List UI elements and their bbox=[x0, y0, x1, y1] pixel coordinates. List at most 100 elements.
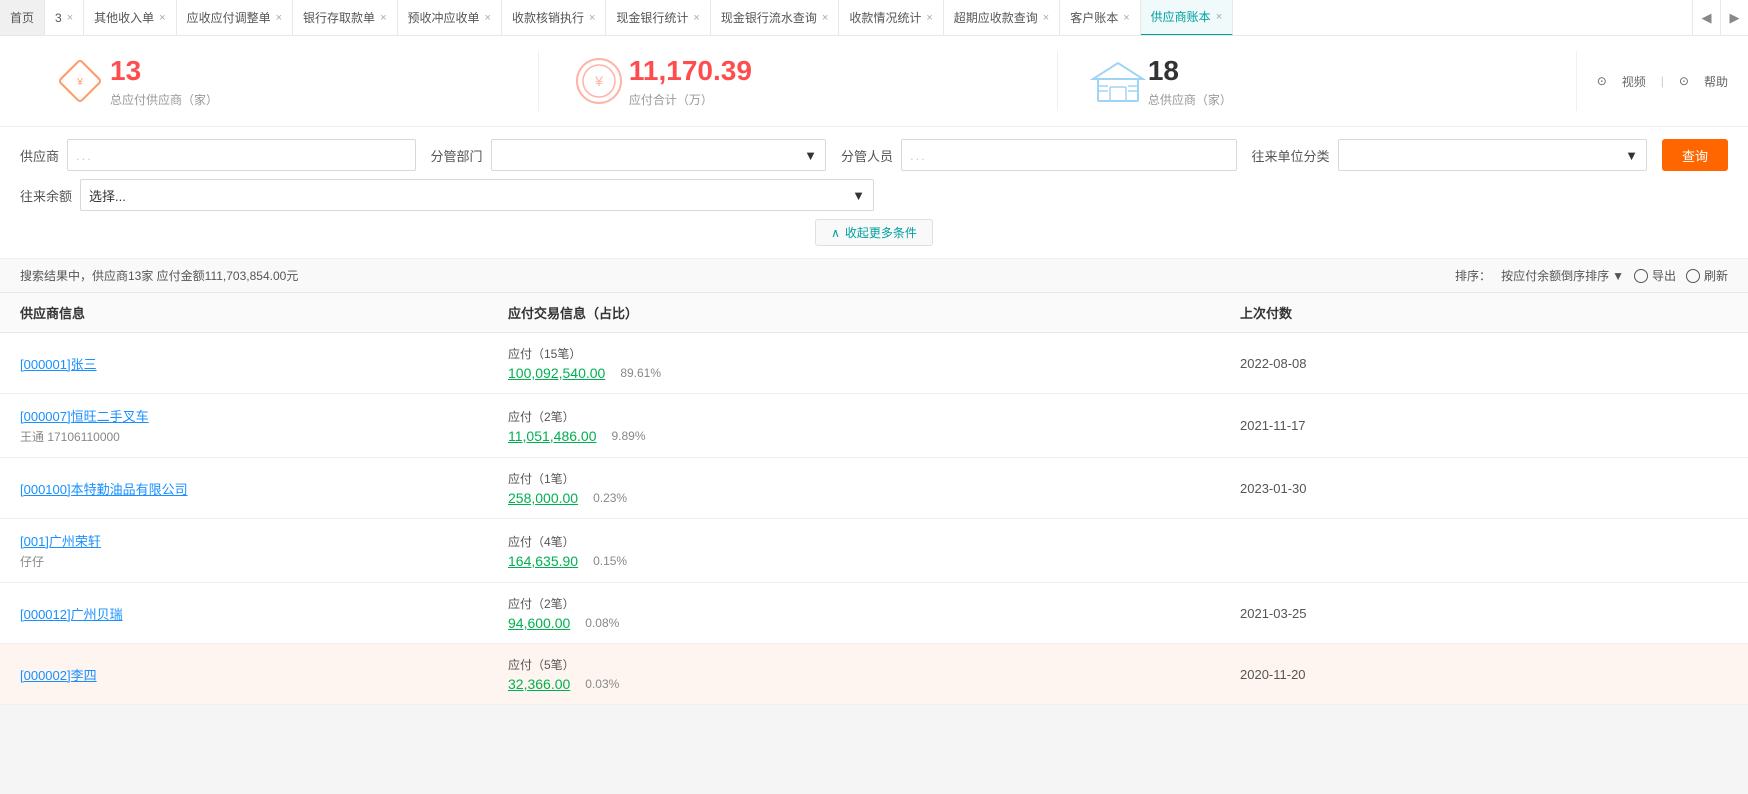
collapse-icon: ∧ bbox=[831, 226, 840, 240]
supplier-link-3[interactable]: [000100]本特勤油品有限公司 bbox=[20, 482, 188, 497]
supplier-col-3: [000100]本特勤油品有限公司 bbox=[20, 479, 508, 498]
supplier-link-6[interactable]: [000002]李四 bbox=[20, 668, 97, 683]
supplier-dots: ... bbox=[76, 148, 93, 163]
nav-tab-home[interactable]: 首页 bbox=[0, 0, 45, 36]
nav-tab-close-bank-deposit[interactable]: × bbox=[380, 12, 386, 24]
trans-amount-row-2: 11,051,486.00 9.89% bbox=[508, 428, 1240, 444]
nav-arrow-left[interactable]: ◀ bbox=[1692, 0, 1720, 36]
trans-amount-5[interactable]: 94,600.00 bbox=[508, 615, 570, 631]
summary-payable-total: ¥ 11,170.39 应付合计（万） bbox=[539, 51, 1058, 111]
nav-tab-close-payable-adjust[interactable]: × bbox=[276, 12, 282, 24]
trans-label-1: 应付（15笔） bbox=[508, 345, 1240, 362]
summary-content-3: 18 总供应商（家） bbox=[1148, 54, 1232, 109]
summary-total-suppliers: 18 总供应商（家） bbox=[1058, 51, 1577, 111]
filter-category: 往来单位分类 ▼ bbox=[1252, 139, 1648, 171]
export-button[interactable]: 导出 bbox=[1634, 267, 1676, 284]
balance-select[interactable]: 选择... ▼ bbox=[80, 179, 874, 211]
video-icon: ⊙ bbox=[1597, 74, 1607, 88]
department-select[interactable]: ▼ bbox=[491, 139, 826, 171]
nav-tab-supplier-account[interactable]: 供应商账本× bbox=[1141, 0, 1233, 36]
header-supplier: 供应商信息 bbox=[20, 303, 508, 322]
nav-tab-close-collect-verify[interactable]: × bbox=[589, 12, 595, 24]
table-row-5: [000012]广州贝瑞应付（2笔）94,600.000.08%2021-03-… bbox=[0, 583, 1748, 644]
sort-label: 排序： bbox=[1455, 267, 1491, 284]
trans-amount-6[interactable]: 32,366.00 bbox=[508, 676, 570, 692]
svg-text:¥: ¥ bbox=[76, 77, 83, 88]
nav-tab-close-supplier-account[interactable]: × bbox=[1216, 11, 1222, 23]
filter-row-2: 往来余额 选择... ▼ bbox=[20, 179, 1728, 211]
total-suppliers-label: 总供应商（家） bbox=[1148, 91, 1232, 108]
nav-tab-collect-verify[interactable]: 收款核销执行× bbox=[502, 0, 606, 36]
nav-tab-close-other-income[interactable]: × bbox=[159, 12, 165, 24]
table-row-2: [000007]恒旺二手叉车王通 17106110000应付（2笔） 11,051… bbox=[0, 394, 1748, 458]
nav-tab-close-cash-bank-flow[interactable]: × bbox=[822, 12, 828, 24]
payable-total-icon: ¥ bbox=[569, 51, 629, 111]
table-body: [000001]张三 应付（15笔） 100,092,540.0089.61% 202… bbox=[0, 333, 1748, 705]
supplier-sub-4: 仔仔 bbox=[20, 553, 508, 570]
supplier-col-6: [000002]李四 bbox=[20, 665, 508, 684]
supplier-col-1: [000001]张三 bbox=[20, 354, 508, 373]
nav-tab-payable-adjust[interactable]: 应收应付调整单× bbox=[177, 0, 293, 36]
nav-arrow-right[interactable]: ▶ bbox=[1720, 0, 1748, 36]
video-link[interactable]: 视频 bbox=[1622, 73, 1646, 90]
nav-tab-overdue-collect[interactable]: 超期应收款查询× bbox=[944, 0, 1060, 36]
person-input[interactable]: ... bbox=[901, 139, 1236, 171]
payable-total-label: 应付合计（万） bbox=[629, 91, 752, 108]
trans-percent-2: 9.89% bbox=[612, 429, 646, 443]
supplier-label: 供应商 bbox=[20, 146, 59, 165]
search-button[interactable]: 查询 bbox=[1662, 139, 1728, 171]
nav-tab-collect-stat[interactable]: 收款情况统计× bbox=[839, 0, 943, 36]
trans-amount-4[interactable]: 164,635.90 bbox=[508, 553, 578, 569]
summary-bar: ¥ 13 总应付供应商（家） ¥ 11,170.39 应付合计（万） bbox=[0, 36, 1748, 127]
help-link[interactable]: 帮助 bbox=[1704, 73, 1728, 90]
payable-suppliers-number: 13 bbox=[110, 54, 218, 88]
nav-tab-close-customer-account[interactable]: × bbox=[1123, 12, 1129, 24]
help-icon: ⊙ bbox=[1679, 74, 1689, 88]
refresh-icon bbox=[1686, 269, 1700, 283]
nav-tab-close-overdue-collect[interactable]: × bbox=[1043, 12, 1049, 24]
trans-label-2: 应付（2笔） bbox=[508, 408, 1240, 425]
lastpay-col-5: 2021-03-25 bbox=[1240, 606, 1728, 621]
refresh-button[interactable]: 刷新 bbox=[1686, 267, 1728, 284]
person-label: 分管人员 bbox=[841, 146, 893, 165]
supplier-col-2: [000007]恒旺二手叉车王通 17106110000 bbox=[20, 406, 508, 445]
sort-select[interactable]: 按应付余额倒序排序 ▼ bbox=[1501, 267, 1624, 284]
collapse-button[interactable]: ∧ 收起更多条件 bbox=[815, 219, 933, 246]
category-label: 往来单位分类 bbox=[1252, 146, 1330, 165]
lastpay-col-6: 2020-11-20 bbox=[1240, 667, 1728, 682]
summary-content-2: 11,170.39 应付合计（万） bbox=[629, 54, 752, 109]
category-arrow: ▼ bbox=[1625, 148, 1638, 163]
nav-tab-close-prepay-collect[interactable]: × bbox=[485, 12, 491, 24]
supplier-input[interactable]: ... bbox=[67, 139, 415, 171]
results-bar: 搜索结果中，供应商13家 应付金额111,703,854.00元 排序： 按应付… bbox=[0, 259, 1748, 293]
balance-value: 选择... bbox=[89, 186, 126, 205]
supplier-link-2[interactable]: [000007]恒旺二手叉车 bbox=[20, 409, 149, 424]
filter-department: 分管部门 ▼ bbox=[431, 139, 827, 171]
trans-amount-2[interactable]: 11,051,486.00 bbox=[508, 428, 597, 444]
supplier-col-5: [000012]广州贝瑞 bbox=[20, 604, 508, 623]
nav-tab-cash-bank-flow[interactable]: 现金银行流水查询× bbox=[711, 0, 839, 36]
top-navigation: 首页3×其他收入单×应收应付调整单×银行存取款单×预收冲应收单×收款核销执行×现… bbox=[0, 0, 1748, 36]
category-select[interactable]: ▼ bbox=[1338, 139, 1647, 171]
trans-amount-1[interactable]: 100,092,540.00 bbox=[508, 365, 605, 381]
results-summary: 搜索结果中，供应商13家 应付金额111,703,854.00元 bbox=[20, 267, 298, 284]
filter-balance: 往来余额 选择... ▼ bbox=[20, 179, 874, 211]
lastpay-col-2: 2021-11-17 bbox=[1240, 418, 1728, 433]
nav-tab-close-tab3[interactable]: × bbox=[67, 12, 73, 24]
nav-tab-cash-bank-stat[interactable]: 现金银行统计× bbox=[606, 0, 710, 36]
supplier-link-4[interactable]: [001]广州荣轩 bbox=[20, 534, 101, 549]
trans-percent-6: 0.03% bbox=[585, 677, 619, 691]
supplier-link-1[interactable]: [000001]张三 bbox=[20, 357, 97, 372]
trans-amount-3[interactable]: 258,000.00 bbox=[508, 490, 578, 506]
nav-tab-customer-account[interactable]: 客户账本× bbox=[1060, 0, 1140, 36]
supplier-link-5[interactable]: [000012]广州贝瑞 bbox=[20, 607, 123, 622]
nav-tab-prepay-collect[interactable]: 预收冲应收单× bbox=[398, 0, 502, 36]
transaction-col-6: 应付（5笔）32,366.000.03% bbox=[508, 656, 1240, 692]
trans-amount-row-1: 100,092,540.0089.61% bbox=[508, 365, 1240, 381]
nav-tab-other-income[interactable]: 其他收入单× bbox=[84, 0, 176, 36]
person-dots: ... bbox=[910, 148, 927, 163]
nav-tab-close-cash-bank-stat[interactable]: × bbox=[693, 12, 699, 24]
nav-tab-bank-deposit[interactable]: 银行存取款单× bbox=[293, 0, 397, 36]
nav-tab-tab3[interactable]: 3× bbox=[45, 0, 84, 36]
nav-tab-close-collect-stat[interactable]: × bbox=[926, 12, 932, 24]
